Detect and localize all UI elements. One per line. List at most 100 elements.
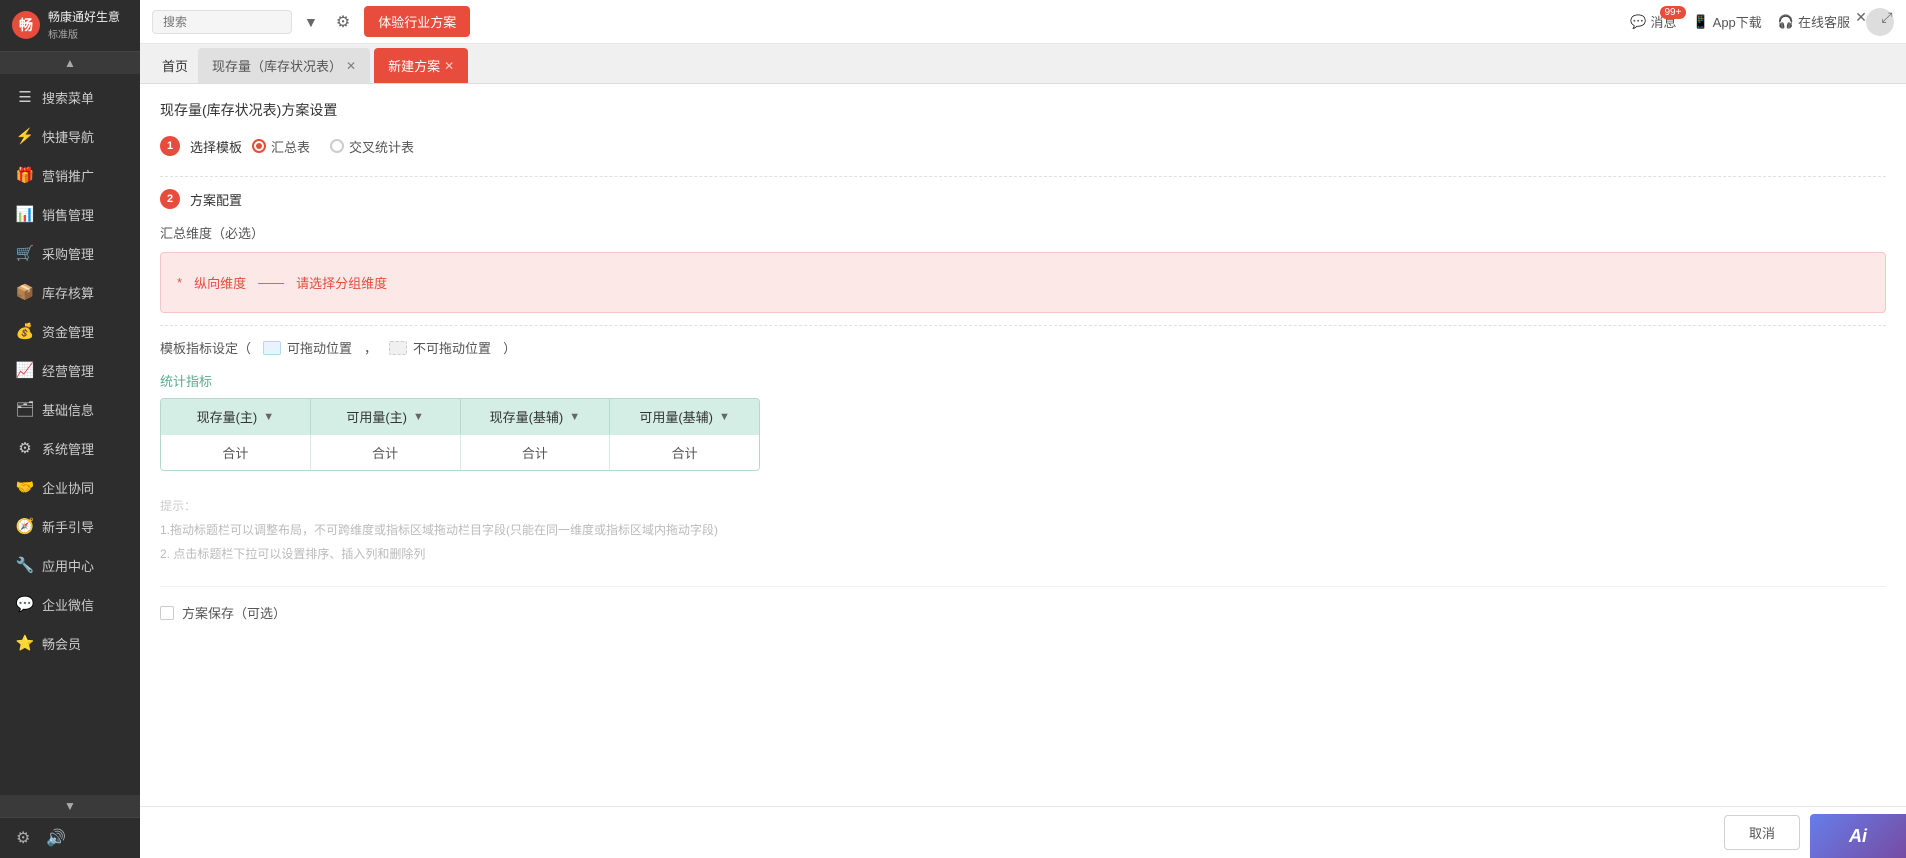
dim-required-mark: * bbox=[177, 275, 182, 290]
stats-cell-0-2: 合计 bbox=[461, 435, 611, 470]
indicator-end: ） bbox=[503, 338, 516, 357]
topbar-search-input[interactable] bbox=[152, 10, 292, 34]
draggable-label: 可拖动位置 bbox=[287, 338, 352, 357]
ai-badge[interactable]: Ai bbox=[1810, 814, 1906, 858]
main-area: ▼ ⚙ 体验行业方案 💬 消息 99+ 📱 App下载 🎧 在线客服 首页 现存… bbox=[140, 0, 1906, 858]
expand-window-button[interactable]: ⤢ bbox=[1876, 6, 1898, 28]
sidebar-item-label: 经营管理 bbox=[42, 361, 94, 380]
dim-name: 纵向维度 bbox=[194, 273, 246, 292]
sidebar-item-purchase[interactable]: 🛒 采购管理 bbox=[0, 234, 140, 273]
headset-icon: 🎧 bbox=[1778, 14, 1794, 30]
sidebar-scroll-up[interactable]: ▲ bbox=[0, 52, 140, 74]
guide-icon: 🧭 bbox=[16, 517, 34, 535]
sidebar-item-marketing[interactable]: 🎁 营销推广 bbox=[0, 156, 140, 195]
sidebar-item-system[interactable]: ⚙ 系统管理 bbox=[0, 429, 140, 468]
wechat-icon: 💬 bbox=[16, 595, 34, 613]
trial-button[interactable]: 体验行业方案 bbox=[364, 6, 470, 37]
app-version: 标准版 bbox=[48, 26, 120, 41]
agg-dim-box[interactable]: * 纵向维度 —— 请选择分组维度 bbox=[160, 252, 1886, 313]
dim-placeholder: 请选择分组维度 bbox=[296, 273, 387, 292]
stats-col-0[interactable]: 现存量(主) ▼ bbox=[161, 399, 311, 434]
search-menu-icon: ☰ bbox=[16, 88, 34, 106]
window-controls: ✕ ⤢ bbox=[1842, 0, 1906, 34]
app-center-icon: 🔧 bbox=[16, 556, 34, 574]
stats-col-2-label: 现存量(基辅) bbox=[490, 407, 564, 426]
stats-table-header: 现存量(主) ▼ 可用量(主) ▼ 现存量(基辅) ▼ 可用量(基辅) bbox=[161, 399, 759, 434]
indicator-separator: ， bbox=[364, 338, 377, 357]
sidebar-item-guide[interactable]: 🧭 新手引导 bbox=[0, 507, 140, 546]
marketing-icon: 🎁 bbox=[16, 166, 34, 184]
sidebar-item-wechat[interactable]: 💬 企业微信 bbox=[0, 585, 140, 624]
stats-col-1[interactable]: 可用量(主) ▼ bbox=[311, 399, 461, 434]
non-draggable-indicator: 不可拖动位置 bbox=[389, 338, 491, 357]
sound-icon[interactable]: 🔊 bbox=[46, 828, 66, 848]
stats-col-2[interactable]: 现存量(基辅) ▼ bbox=[461, 399, 611, 434]
section-schema-config: 2 方案配置 汇总维度（必选） * 纵向维度 —— 请选择分组维度 模板指标设定… bbox=[160, 189, 1886, 566]
quick-nav-icon: ⚡ bbox=[16, 127, 34, 145]
app-download-action[interactable]: 📱 App下载 bbox=[1692, 12, 1761, 31]
stats-col-1-label: 可用量(主) bbox=[346, 407, 407, 426]
sidebar-item-label: 应用中心 bbox=[42, 556, 94, 575]
message-action[interactable]: 💬 消息 99+ bbox=[1630, 12, 1676, 31]
message-badge: 99+ bbox=[1660, 6, 1687, 19]
stats-col-0-label: 现存量(主) bbox=[197, 407, 258, 426]
section2-header: 2 方案配置 bbox=[160, 189, 1886, 209]
tab-home[interactable]: 首页 bbox=[152, 48, 198, 83]
stats-col-3[interactable]: 可用量(基辅) ▼ bbox=[610, 399, 759, 434]
sidebar-menu: ☰ 搜索菜单 ⚡ 快捷导航 🎁 营销推广 📊 销售管理 🛒 采购管理 📦 库存核… bbox=[0, 74, 140, 795]
sidebar-item-inventory[interactable]: 📦 库存核算 bbox=[0, 273, 140, 312]
finance-icon: 💰 bbox=[16, 322, 34, 340]
sidebar-item-search-menu[interactable]: ☰ 搜索菜单 bbox=[0, 78, 140, 117]
template-indicator-prefix: 模板指标设定（ bbox=[160, 338, 251, 357]
stats-cell-0-0: 合计 bbox=[161, 435, 311, 470]
radio-cross-table[interactable]: 交叉统计表 bbox=[330, 137, 414, 156]
tip-0: 1.拖动标题栏可以调整布局，不可跨维度或指标区域拖动栏目字段(只能在同一维度或指… bbox=[160, 518, 1886, 542]
save-option-label: 方案保存（可选） bbox=[182, 603, 286, 622]
close-window-button[interactable]: ✕ bbox=[1850, 6, 1872, 28]
sidebar-item-cooperation[interactable]: 🤝 企业协同 bbox=[0, 468, 140, 507]
sidebar-footer: ⚙ 🔊 bbox=[0, 817, 140, 858]
dim-separator: —— bbox=[258, 275, 284, 290]
tab-inventory[interactable]: 现存量（库存状况表） ✕ bbox=[198, 48, 370, 83]
sidebar: 畅 畅康通好生意 标准版 ▲ ☰ 搜索菜单 ⚡ 快捷导航 🎁 营销推广 📊 销售… bbox=[0, 0, 140, 858]
sidebar-item-label: 营销推广 bbox=[42, 166, 94, 185]
topbar-dropdown-button[interactable]: ▼ bbox=[300, 12, 322, 32]
tab-inventory-close[interactable]: ✕ bbox=[346, 59, 356, 73]
sidebar-item-sales[interactable]: 📊 销售管理 bbox=[0, 195, 140, 234]
sidebar-item-label: 企业微信 bbox=[42, 595, 94, 614]
radio-summary-circle bbox=[252, 139, 266, 153]
section1-divider bbox=[160, 176, 1886, 177]
topbar-gear-button[interactable]: ⚙ bbox=[330, 10, 356, 34]
sidebar-scroll-down[interactable]: ▼ bbox=[0, 795, 140, 817]
sidebar-item-basic-info[interactable]: 🗂 基础信息 bbox=[0, 390, 140, 429]
tips-title: 提示： bbox=[160, 499, 196, 513]
sidebar-item-management[interactable]: 📈 经营管理 bbox=[0, 351, 140, 390]
stats-col-2-chevron: ▼ bbox=[569, 411, 580, 423]
radio-summary-label: 汇总表 bbox=[271, 137, 310, 156]
schema-content: 现存量(库存状况表)方案设置 1 选择模板 汇总表 bbox=[140, 84, 1906, 806]
vip-icon: ⭐ bbox=[16, 634, 34, 652]
app-download-label: App下载 bbox=[1713, 12, 1762, 31]
customer-service-action[interactable]: 🎧 在线客服 bbox=[1778, 12, 1850, 31]
sidebar-item-finance[interactable]: 💰 资金管理 bbox=[0, 312, 140, 351]
sidebar-logo: 畅 畅康通好生意 标准版 bbox=[0, 0, 140, 52]
sidebar-item-vip[interactable]: ⭐ 畅会员 bbox=[0, 624, 140, 663]
tip-1: 2. 点击标题栏下拉可以设置排序、插入列和删除列 bbox=[160, 542, 1886, 566]
cancel-button[interactable]: 取消 bbox=[1724, 815, 1800, 850]
sidebar-item-label: 企业协同 bbox=[42, 478, 94, 497]
app-name: 畅康通好生意 bbox=[48, 10, 120, 26]
section1-header: 1 选择模板 汇总表 交叉统计表 bbox=[160, 136, 1886, 156]
sidebar-item-quick-nav[interactable]: ⚡ 快捷导航 bbox=[0, 117, 140, 156]
tab-new-schema-close[interactable]: ✕ bbox=[444, 59, 454, 73]
non-draggable-label: 不可拖动位置 bbox=[413, 338, 491, 357]
tips-section: 提示： 1.拖动标题栏可以调整布局，不可跨维度或指标区域拖动栏目字段(只能在同一… bbox=[160, 494, 1886, 566]
phone-icon: 📱 bbox=[1692, 14, 1708, 30]
step1-label: 选择模板 bbox=[190, 137, 242, 156]
sidebar-item-app-center[interactable]: 🔧 应用中心 bbox=[0, 546, 140, 585]
settings-icon[interactable]: ⚙ bbox=[16, 828, 30, 848]
radio-summary-table[interactable]: 汇总表 bbox=[252, 137, 310, 156]
sidebar-item-label: 库存核算 bbox=[42, 283, 94, 302]
step2-label: 方案配置 bbox=[190, 190, 242, 209]
tab-new-schema[interactable]: 新建方案 ✕ bbox=[374, 48, 468, 83]
save-checkbox[interactable] bbox=[160, 606, 174, 620]
